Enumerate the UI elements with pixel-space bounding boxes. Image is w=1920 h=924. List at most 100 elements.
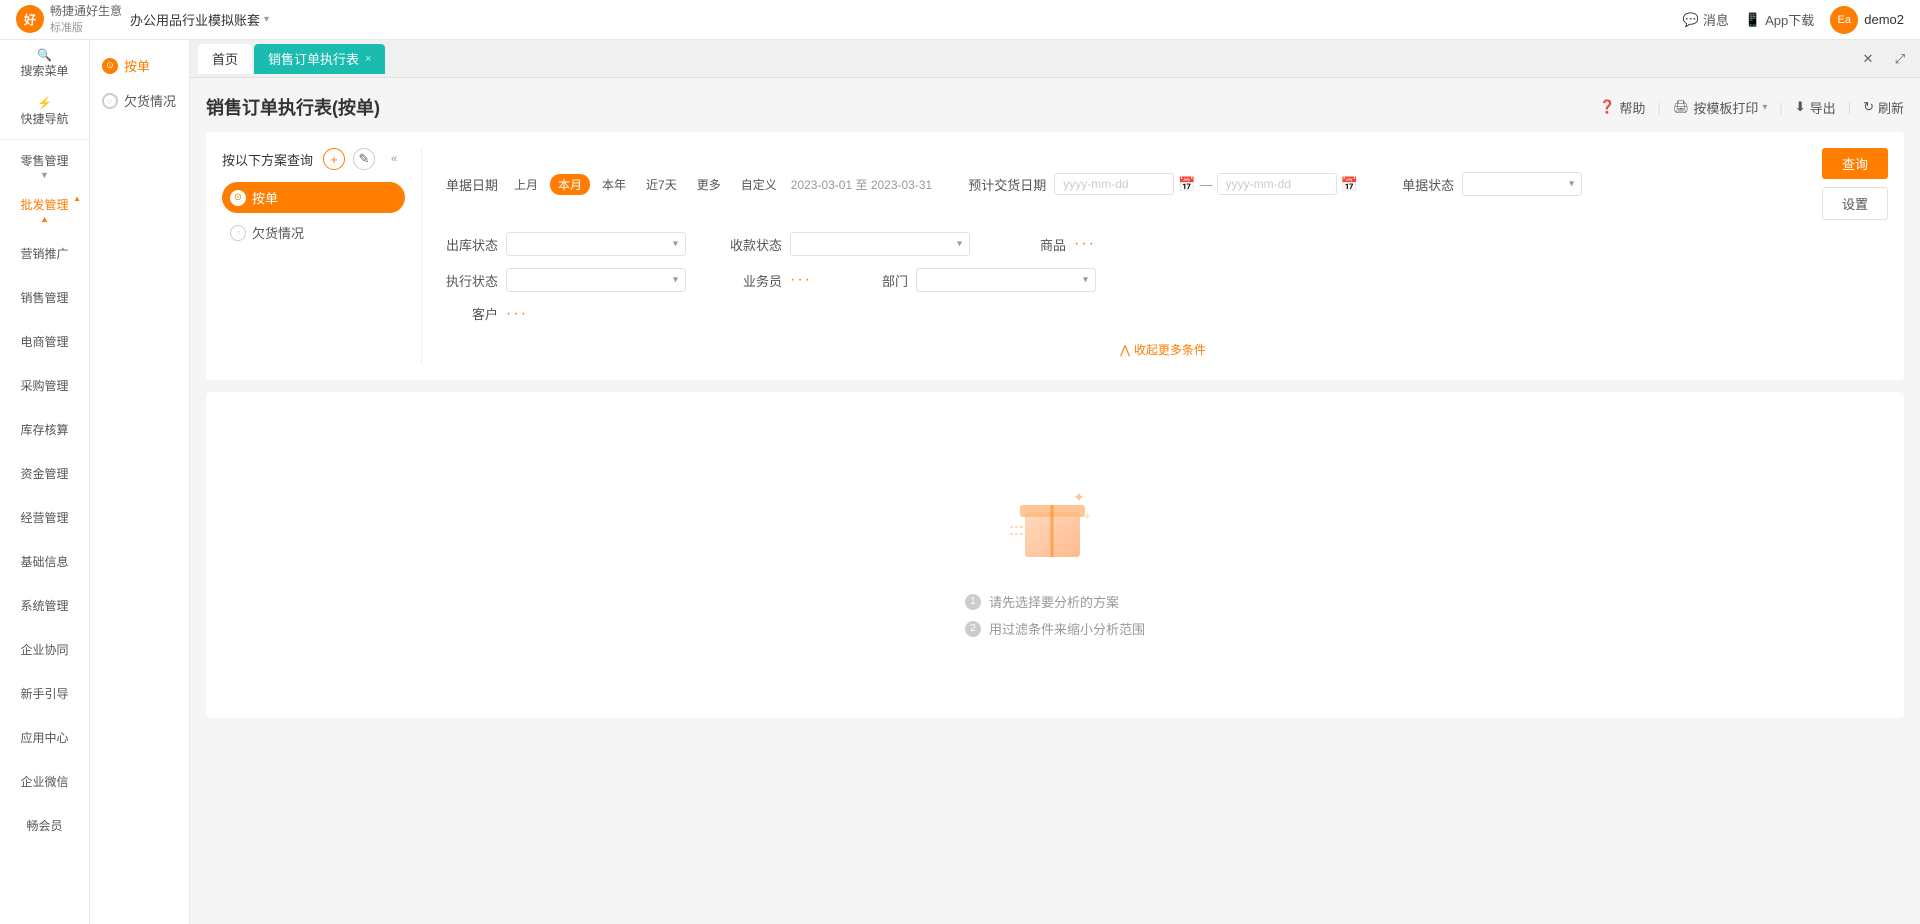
sidebar-item-retail[interactable]: 零售管理 ▼: [0, 144, 89, 188]
tab-home[interactable]: 首页: [198, 44, 252, 74]
sidebar-item-marketing[interactable]: 营销推广: [0, 232, 89, 276]
minimize-icon: ✕: [1863, 51, 1874, 67]
sub-sidebar: ⊙ 按单 ○ 欠货情况: [90, 40, 190, 924]
edit-scheme-button[interactable]: ✎: [353, 148, 375, 170]
arrears-icon: ○: [102, 93, 118, 109]
date-tab-custom[interactable]: 自定义: [733, 174, 785, 195]
date-tab-this-month[interactable]: 本月: [550, 174, 590, 195]
query-button[interactable]: 查询: [1822, 148, 1888, 179]
exec-status-field: 执行状态 ▾: [438, 268, 686, 292]
out-status-label: 出库状态: [438, 235, 498, 254]
expected-date-inputs: 📅 — 📅: [1054, 173, 1358, 195]
sidebar-item-appstore[interactable]: 应用中心: [0, 716, 89, 760]
scheme-order-label: 按单: [252, 188, 278, 207]
expected-date-to[interactable]: [1217, 173, 1337, 195]
page-title: 销售订单执行表(按单): [206, 94, 380, 120]
filter-row-1: 单据日期 上月 本月 本年 近7天 更多 自定义: [438, 148, 1888, 220]
out-status-field: 出库状态 ▾: [438, 232, 686, 256]
date-tab-last-month[interactable]: 上月: [506, 174, 546, 195]
sidebar-item-member[interactable]: 畅会员: [0, 804, 89, 848]
collapse-scheme-button[interactable]: «: [383, 148, 405, 170]
sidebar-search[interactable]: 🔍 搜索菜单: [0, 40, 89, 88]
workspace-selector[interactable]: 办公用品行业模拟账套 ▾: [130, 10, 269, 29]
empty-state: ✦ ✦ 1 请先选择要分析的方案 2 用过滤条件来缩小分析范围: [206, 392, 1904, 718]
message-action[interactable]: 💬 消息: [1683, 10, 1729, 29]
page-content: 销售订单执行表(按单) ❓ 帮助 | 🖨 按模板打印 ▾ | ⬇: [190, 78, 1920, 924]
filter-section: 按以下方案查询 + ✎ «: [222, 148, 1888, 364]
expected-date-label: 预计交货日期: [968, 175, 1046, 194]
customer-label: 客户: [438, 304, 498, 323]
sidebar-item-sales[interactable]: 销售管理: [0, 276, 89, 320]
out-status-select[interactable]: [506, 232, 686, 256]
wholesale-arrow-icon: ▲: [40, 214, 49, 224]
maximize-icon: ⤢: [1895, 51, 1905, 67]
app-download-icon: 📱: [1745, 12, 1761, 28]
date-tab-this-year[interactable]: 本年: [594, 174, 634, 195]
scheme-item-order[interactable]: ⊙ 按单: [222, 182, 405, 213]
app-download-action[interactable]: 📱 App下载: [1745, 10, 1814, 29]
date-tab-7days[interactable]: 近7天: [638, 174, 685, 195]
top-bar-right: 💬 消息 📱 App下载 Ea demo2: [1683, 6, 1904, 34]
date-tab-more[interactable]: 更多: [689, 174, 729, 195]
collect-status-label: 收款状态: [722, 235, 782, 254]
calendar-to-icon[interactable]: 📅: [1341, 176, 1358, 193]
calendar-from-icon[interactable]: 📅: [1178, 176, 1195, 193]
collapse-more-button[interactable]: ⋀ 收起更多条件: [438, 335, 1888, 364]
scheme-item-arrears[interactable]: ○ 欠货情况: [222, 217, 405, 248]
sidebar-item-wholesale[interactable]: 批发管理 ▲: [0, 188, 89, 232]
scheme-order-icon: ⊙: [230, 190, 246, 206]
print-button[interactable]: 🖨 按模板打印 ▾: [1673, 98, 1768, 117]
sidebar-item-basic[interactable]: 基础信息: [0, 540, 89, 584]
sidebar-item-enterprise[interactable]: 企业协同: [0, 628, 89, 672]
app-version: 标准版: [50, 19, 122, 35]
help-button[interactable]: ❓ 帮助: [1599, 98, 1645, 117]
dept-select[interactable]: [916, 268, 1096, 292]
sidebar-item-newbie[interactable]: 新手引导: [0, 672, 89, 716]
goods-label: 商品: [1006, 235, 1066, 254]
filter-row-3: 执行状态 ▾ 业务员: [438, 268, 1888, 292]
sidebar-item-finance[interactable]: 资金管理: [0, 452, 89, 496]
expected-date-from[interactable]: [1054, 173, 1174, 195]
goods-multiselect-button[interactable]: ···: [1074, 235, 1096, 253]
user-name: demo2: [1864, 12, 1904, 27]
collect-status-select[interactable]: [790, 232, 970, 256]
add-scheme-button[interactable]: +: [323, 148, 345, 170]
sales-order-tab-label: 销售订单执行表: [268, 49, 359, 68]
sidebar-item-system[interactable]: 系统管理: [0, 584, 89, 628]
tab-maximize-button[interactable]: ⤢: [1888, 47, 1912, 71]
tab-minimize-button[interactable]: ✕: [1856, 47, 1880, 71]
tab-close-icon[interactable]: ×: [365, 53, 371, 65]
empty-tip-1: 1 请先选择要分析的方案: [965, 592, 1145, 611]
sub-sidebar-item-order[interactable]: ⊙ 按单: [90, 48, 189, 83]
status-select[interactable]: [1462, 172, 1582, 196]
exec-status-select[interactable]: [506, 268, 686, 292]
tip-num-1: 1: [965, 594, 981, 610]
retail-arrow-icon: ▼: [40, 170, 49, 180]
sidebar-item-inventory[interactable]: 库存核算: [0, 408, 89, 452]
filter-right: 单据日期 上月 本月 本年 近7天 更多 自定义: [422, 148, 1888, 364]
print-chevron-icon: ▾: [1762, 102, 1767, 113]
page-actions: ❓ 帮助 | 🖨 按模板打印 ▾ | ⬇ 导出 |: [1599, 98, 1904, 117]
export-button[interactable]: ⬇ 导出: [1795, 98, 1836, 117]
app-logo-icon: 好: [16, 5, 44, 33]
salesman-multiselect-button[interactable]: ···: [790, 271, 812, 289]
sidebar-item-wechat[interactable]: 企业微信: [0, 760, 89, 804]
svg-text:✦: ✦: [1083, 512, 1091, 523]
page-header: 销售订单执行表(按单) ❓ 帮助 | 🖨 按模板打印 ▾ | ⬇: [206, 94, 1904, 120]
sidebar-item-operation[interactable]: 经营管理: [0, 496, 89, 540]
message-icon: 💬: [1683, 12, 1699, 28]
refresh-button[interactable]: ↻ 刷新: [1863, 98, 1904, 117]
tab-sales-order[interactable]: 销售订单执行表 ×: [254, 44, 385, 74]
goods-field: 商品 ···: [1006, 235, 1096, 254]
customer-multiselect-button[interactable]: ···: [506, 305, 528, 323]
salesman-label: 业务员: [722, 271, 782, 290]
settings-button[interactable]: 设置: [1822, 187, 1888, 220]
date-field: 单据日期 上月 本月 本年 近7天 更多 自定义: [438, 174, 932, 195]
sidebar-item-purchase[interactable]: 采购管理: [0, 364, 89, 408]
dept-select-field: ▾: [916, 268, 1096, 292]
user-area[interactable]: Ea demo2: [1830, 6, 1904, 34]
logo-text-block: 畅捷通好生意 标准版: [50, 4, 122, 34]
sidebar-quick-nav[interactable]: ⚡ 快捷导航: [0, 88, 89, 136]
sub-sidebar-item-arrears[interactable]: ○ 欠货情况: [90, 83, 189, 118]
sidebar-item-ecommerce[interactable]: 电商管理: [0, 320, 89, 364]
